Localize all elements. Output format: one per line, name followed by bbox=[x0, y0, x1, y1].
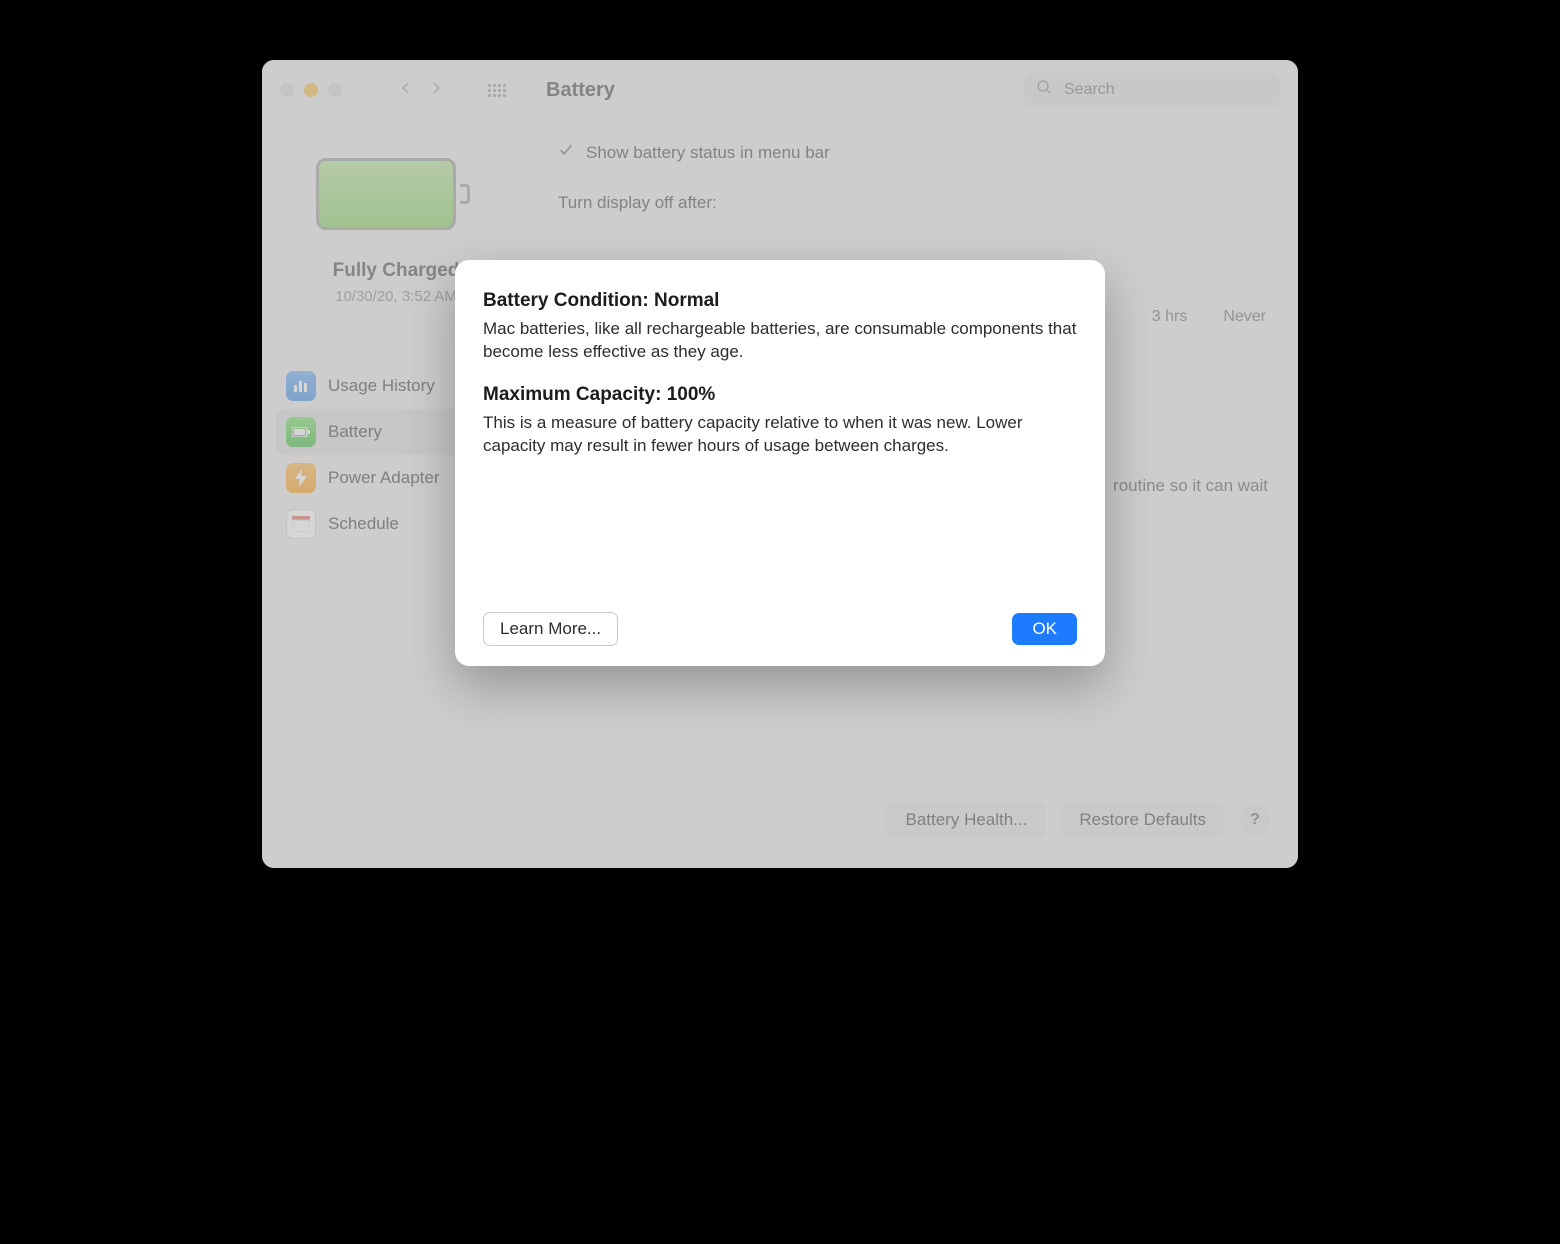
capacity-description: This is a measure of battery capacity re… bbox=[483, 412, 1077, 458]
battery-health-dialog: Battery Condition: Normal Mac batteries,… bbox=[455, 260, 1105, 666]
ok-button[interactable]: OK bbox=[1012, 613, 1077, 645]
preferences-window: Battery Fully Charged 10/30/20, 3:52 AM bbox=[262, 60, 1298, 868]
condition-heading: Battery Condition: Normal bbox=[483, 290, 1077, 312]
condition-description: Mac batteries, like all rechargeable bat… bbox=[483, 318, 1077, 364]
learn-more-button[interactable]: Learn More... bbox=[483, 612, 618, 646]
dialog-footer: Learn More... OK bbox=[483, 612, 1077, 646]
capacity-heading: Maximum Capacity: 100% bbox=[483, 384, 1077, 406]
